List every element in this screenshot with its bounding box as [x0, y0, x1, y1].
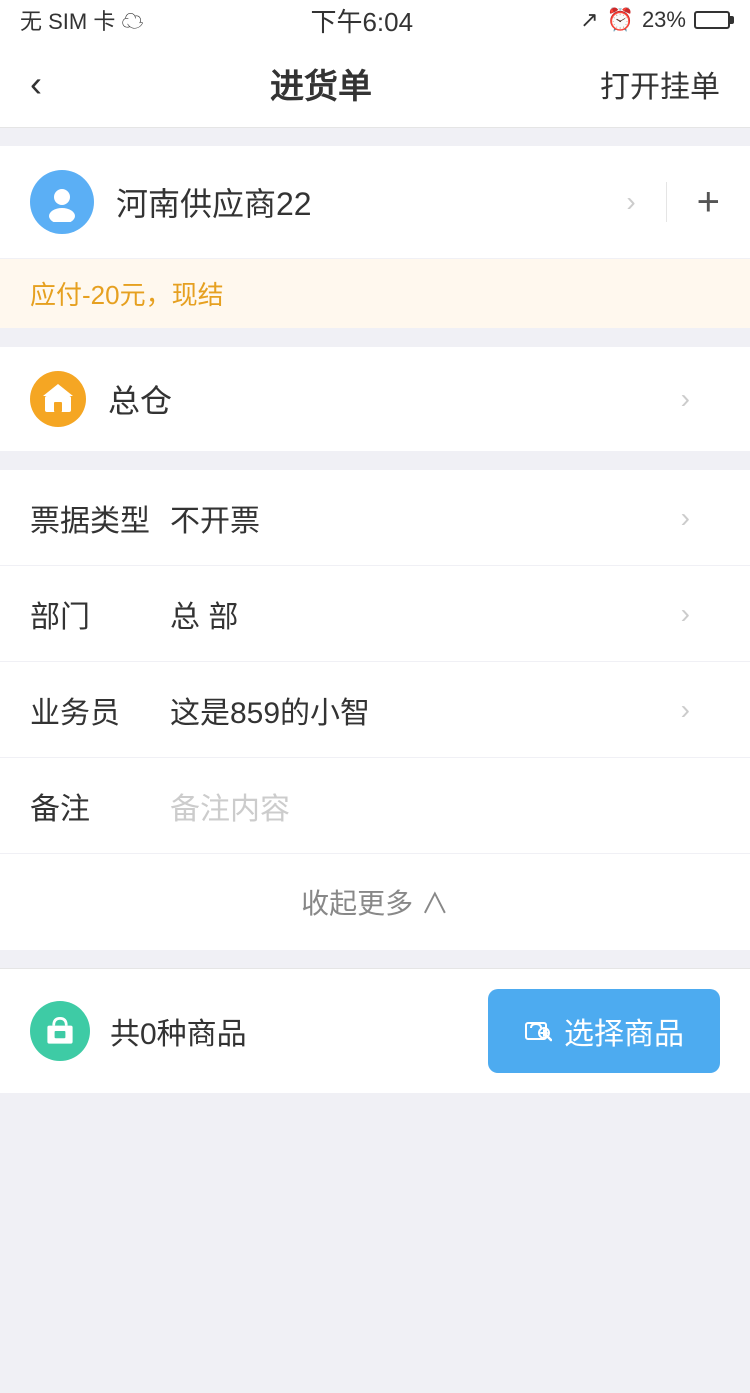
- warehouse-card: 总仓 ›: [0, 347, 750, 451]
- warehouse-row[interactable]: 总仓 ›: [0, 347, 750, 451]
- battery-bar-icon: [694, 11, 730, 29]
- department-row[interactable]: 部门 总 部 ›: [0, 565, 750, 661]
- status-right: ↗ ⏰ 23%: [580, 7, 730, 33]
- status-time: 下午6:04: [310, 2, 413, 39]
- department-label: 部门: [30, 592, 170, 636]
- product-icon: [30, 1001, 90, 1061]
- add-supplier-button[interactable]: +: [697, 180, 720, 225]
- section-gap-3: [0, 451, 750, 469]
- bottom-bar: 共0种商品 选择商品: [0, 968, 750, 1093]
- salesman-label: 业务员: [30, 688, 170, 732]
- status-left: 无 SIM 卡 ☁: [20, 4, 143, 36]
- back-button[interactable]: ‹: [30, 63, 42, 105]
- status-bar: 无 SIM 卡 ☁ 下午6:04 ↗ ⏰ 23%: [0, 0, 750, 40]
- supplier-name: 河南供应商22: [116, 179, 626, 225]
- invoice-type-value: 不开票: [170, 496, 681, 540]
- supplier-notice: 应付-20元，现结: [0, 259, 750, 329]
- supplier-chevron-icon: ›: [626, 186, 635, 218]
- product-count-label: 共0种商品: [110, 1009, 488, 1053]
- remarks-row[interactable]: 备注 备注内容: [0, 757, 750, 853]
- department-chevron-icon: ›: [681, 598, 690, 630]
- salesman-chevron-icon: ›: [681, 694, 690, 726]
- select-product-button[interactable]: 选择商品: [488, 989, 720, 1073]
- sim-label: 无 SIM 卡 ☁: [20, 4, 143, 36]
- battery-percent: 23%: [642, 7, 686, 33]
- warehouse-name: 总仓: [108, 376, 681, 422]
- supplier-row[interactable]: 河南供应商22 › +: [0, 146, 750, 259]
- supplier-divider: [666, 182, 667, 222]
- alarm-icon: ⏰: [607, 7, 634, 33]
- invoice-type-label: 票据类型: [30, 496, 170, 540]
- section-gap-2: [0, 329, 750, 347]
- open-pending-button[interactable]: 打开挂单: [600, 62, 720, 106]
- salesman-row[interactable]: 业务员 这是859的小智 ›: [0, 661, 750, 757]
- remarks-label: 备注: [30, 784, 170, 828]
- supplier-avatar: [30, 170, 94, 234]
- department-value: 总 部: [170, 592, 681, 636]
- remarks-input[interactable]: 备注内容: [170, 784, 720, 828]
- warehouse-chevron-icon: ›: [681, 383, 690, 415]
- select-product-icon: [524, 1017, 552, 1045]
- select-product-label: 选择商品: [564, 1009, 684, 1053]
- form-card: 票据类型 不开票 › 部门 总 部 › 业务员 这是859的小智 › 备注 备注…: [0, 469, 750, 950]
- salesman-value: 这是859的小智: [170, 688, 681, 732]
- supplier-card: 河南供应商22 › + 应付-20元，现结: [0, 146, 750, 329]
- section-gap-1: [0, 128, 750, 146]
- invoice-type-chevron-icon: ›: [681, 502, 690, 534]
- nav-bar: ‹ 进货单 打开挂单: [0, 40, 750, 128]
- invoice-type-row[interactable]: 票据类型 不开票 ›: [0, 469, 750, 565]
- content-background: [0, 1093, 750, 1393]
- warehouse-icon: [30, 371, 86, 427]
- location-icon: ↗: [580, 7, 598, 33]
- collapse-button[interactable]: 收起更多 ∧: [0, 853, 750, 950]
- page-title: 进货单: [270, 59, 372, 108]
